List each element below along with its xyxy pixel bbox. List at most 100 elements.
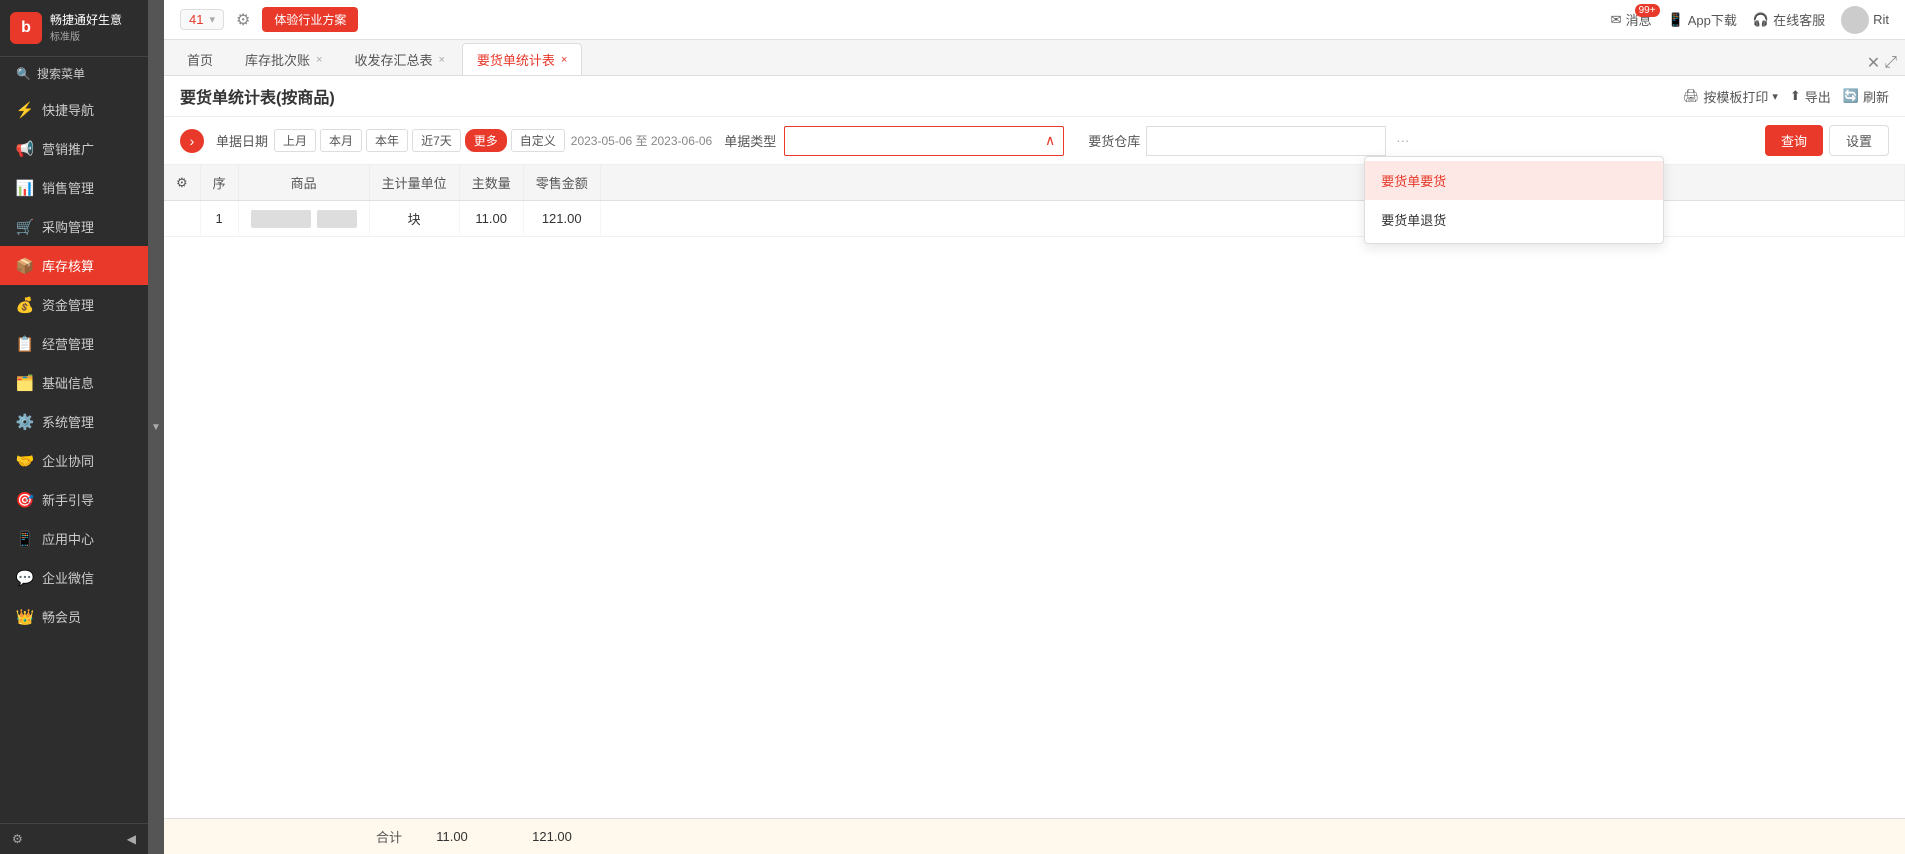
sidebar-item-quick-nav[interactable]: ⚡ 快捷导航 xyxy=(0,90,148,129)
tabs-actions: ✕ ⤢ xyxy=(1867,53,1897,75)
settings-icon[interactable]: ⚙ xyxy=(12,832,23,846)
business-icon: 📋 xyxy=(16,335,34,353)
sidebar-item-member[interactable]: 👑 畅会员 xyxy=(0,597,148,636)
sidebar-item-label: 库存核算 xyxy=(42,256,94,275)
page-title: 要货单统计表(按商品) xyxy=(180,84,335,108)
query-btn[interactable]: 查询 xyxy=(1765,125,1823,156)
sidebar-item-label: 经营管理 xyxy=(42,334,94,353)
chevron-down-icon: ▾ xyxy=(209,13,215,26)
messages-btn[interactable]: ✉ 消息 99+ xyxy=(1611,10,1652,29)
appstore-icon: 📱 xyxy=(16,530,34,548)
sidebar-item-wechat[interactable]: 💬 企业微信 xyxy=(0,558,148,597)
collapse-icon[interactable]: ◀ xyxy=(127,832,136,846)
close-all-tabs-btn[interactable]: ✕ xyxy=(1867,53,1880,73)
sidebar-item-label: 应用中心 xyxy=(42,529,94,548)
dropdown-item-order-goods[interactable]: 要货单要货 xyxy=(1365,161,1663,200)
tab-batch-account-close[interactable]: × xyxy=(316,54,322,66)
date-btns: 上月 本月 本年 近7天 更多 自定义 xyxy=(274,129,565,152)
tab-order-summary[interactable]: 要货单统计表 × xyxy=(462,43,582,75)
app-download-btn[interactable]: 📱 App下载 xyxy=(1668,10,1737,29)
sidebar-item-inventory[interactable]: 📦 库存核算 xyxy=(0,246,148,285)
date-btn-custom[interactable]: 自定义 xyxy=(511,129,565,152)
date-btn-more[interactable]: 更多 xyxy=(465,129,507,152)
cell-settings xyxy=(164,201,200,237)
sidebar-item-marketing[interactable]: 📢 营销推广 xyxy=(0,129,148,168)
tab-home[interactable]: 首页 xyxy=(172,43,228,75)
filter-bar: › 单据日期 上月 本月 本年 近7天 更多 自定义 2023-05-06 至 … xyxy=(164,117,1905,165)
service-icon: 🎧 xyxy=(1753,12,1769,28)
filter-expand-btn[interactable]: › xyxy=(180,129,204,153)
tab-count-selector[interactable]: 41 ▾ xyxy=(180,9,224,30)
table-container: ⚙ 序 商品 主计量单位 主数量 零售金额 1 xyxy=(164,165,1905,818)
sidebar-item-label: 基础信息 xyxy=(42,373,94,392)
tab-batch-account[interactable]: 库存批次账 × xyxy=(230,43,337,75)
table-footer: 合计 11.00 121.00 xyxy=(164,818,1905,854)
dropdown-item-label: 要货单要货 xyxy=(1381,174,1446,189)
sidebar-item-coop[interactable]: 🤝 企业协同 xyxy=(0,441,148,480)
col-product: 商品 xyxy=(238,165,369,201)
warehouse-input[interactable] xyxy=(1146,126,1386,156)
date-btn-7days[interactable]: 近7天 xyxy=(412,129,461,152)
sidebar-item-basic[interactable]: 🗂️ 基础信息 xyxy=(0,363,148,402)
export-label: 导出 xyxy=(1805,87,1831,106)
tab-order-summary-close[interactable]: × xyxy=(561,54,567,66)
col-seq: 序 xyxy=(200,165,238,201)
sidebar-scroll[interactable]: ▼ xyxy=(148,0,164,854)
quick-nav-icon: ⚡ xyxy=(16,101,34,119)
guide-icon: 🎯 xyxy=(16,491,34,509)
cell-qty: 11.00 xyxy=(459,201,523,237)
sidebar-item-label: 快捷导航 xyxy=(42,100,94,119)
purchase-icon: 🛒 xyxy=(16,218,34,236)
trial-btn[interactable]: 体验行业方案 xyxy=(262,7,358,32)
main-area: 41 ▾ ⚙ 体验行业方案 ✉ 消息 99+ 📱 App下载 🎧 在线客服 R xyxy=(164,0,1905,854)
date-btn-year[interactable]: 本年 xyxy=(366,129,408,152)
warehouse-label: 要货仓库 xyxy=(1088,131,1140,150)
header-left: 41 ▾ ⚙ 体验行业方案 xyxy=(180,7,358,32)
sidebar-item-business[interactable]: 📋 经营管理 xyxy=(0,324,148,363)
user-profile-btn[interactable]: Rit xyxy=(1841,6,1889,34)
search-menu[interactable]: 🔍 搜索菜单 xyxy=(0,57,148,90)
sidebar-item-system[interactable]: ⚙️ 系统管理 xyxy=(0,402,148,441)
sidebar-item-purchase[interactable]: 🛒 采购管理 xyxy=(0,207,148,246)
type-filter-group: 单据类型 ∧ 要货单要货 要货单退货 xyxy=(724,126,1064,156)
sidebar-item-label: 新手引导 xyxy=(42,490,94,509)
type-dropdown-menu: 要货单要货 要货单退货 xyxy=(1364,156,1664,244)
refresh-btn[interactable]: 🔄 刷新 xyxy=(1843,87,1889,106)
type-select-wrapper: ∧ 要货单要货 要货单退货 xyxy=(784,126,1064,156)
cell-unit: 块 xyxy=(369,201,459,237)
sidebar-bottom: ⚙ ◀ xyxy=(0,823,148,854)
sidebar-item-finance[interactable]: 💰 资金管理 xyxy=(0,285,148,324)
date-range: 2023-05-06 至 2023-06-06 xyxy=(571,132,712,149)
search-menu-label: 搜索菜单 xyxy=(37,65,85,82)
print-btn[interactable]: 🖨 按模板打印 ▾ xyxy=(1683,87,1778,106)
print-chevron-icon: ▾ xyxy=(1772,90,1778,103)
date-btn-this[interactable]: 本月 xyxy=(320,129,362,152)
col-settings[interactable]: ⚙ xyxy=(164,165,200,201)
warehouse-dots-btn[interactable]: ··· xyxy=(1396,133,1409,148)
settings-btn[interactable]: 设置 xyxy=(1829,125,1889,156)
dropdown-item-order-return[interactable]: 要货单退货 xyxy=(1365,200,1663,239)
search-icon: 🔍 xyxy=(16,67,31,81)
export-btn[interactable]: ⬆ 导出 xyxy=(1790,87,1831,106)
col-unit: 主计量单位 xyxy=(369,165,459,201)
sidebar-item-sales[interactable]: 📊 销售管理 xyxy=(0,168,148,207)
sidebar-item-label: 销售管理 xyxy=(42,178,94,197)
date-btn-up[interactable]: 上月 xyxy=(274,129,316,152)
print-icon: 🖨 xyxy=(1683,88,1700,104)
tab-receive-summary[interactable]: 收发存汇总表 × xyxy=(339,43,459,75)
sidebar-item-label: 系统管理 xyxy=(42,412,94,431)
sidebar-item-label: 企业微信 xyxy=(42,568,94,587)
expand-tabs-btn[interactable]: ⤢ xyxy=(1884,54,1897,72)
tab-receive-summary-close[interactable]: × xyxy=(438,54,444,66)
marketing-icon: 📢 xyxy=(16,140,34,158)
product-code-placeholder xyxy=(317,210,357,228)
cell-seq: 1 xyxy=(200,201,238,237)
online-service-btn[interactable]: 🎧 在线客服 xyxy=(1753,10,1825,29)
sidebar-item-appstore[interactable]: 📱 应用中心 xyxy=(0,519,148,558)
footer-label: 合计 xyxy=(376,827,402,846)
header-gear-icon[interactable]: ⚙ xyxy=(236,10,250,30)
type-select-box[interactable]: ∧ xyxy=(784,126,1064,156)
app-icon: 📱 xyxy=(1668,12,1684,28)
sidebar-item-guide[interactable]: 🎯 新手引导 xyxy=(0,480,148,519)
app-download-label: App下载 xyxy=(1688,10,1737,29)
